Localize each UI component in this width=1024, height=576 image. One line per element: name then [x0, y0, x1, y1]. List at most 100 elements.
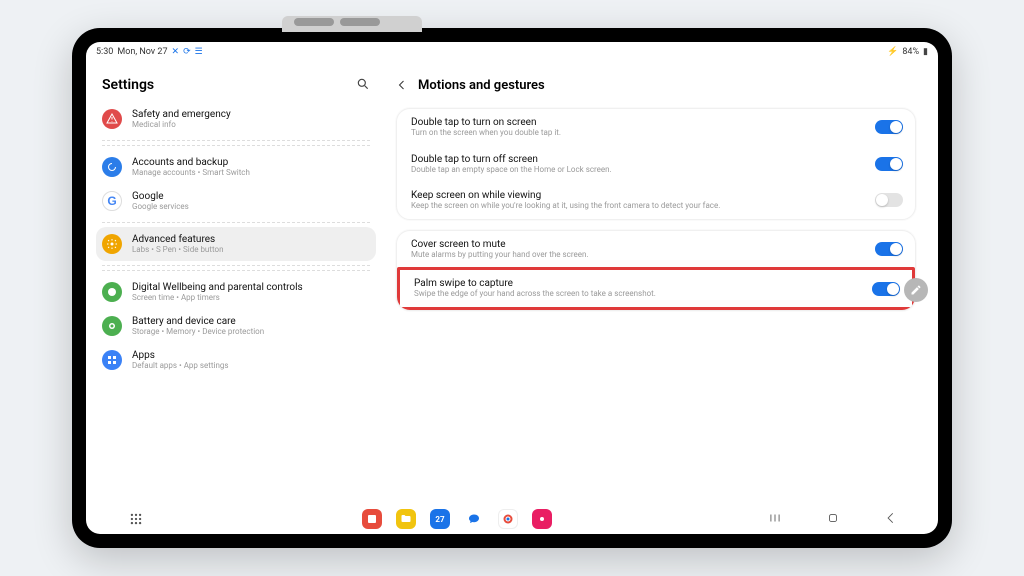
setting-text: Palm swipe to capture Swipe the edge of …: [414, 278, 860, 299]
sidebar-item-gear[interactable]: Advanced features Labs • S Pen • Side bu…: [96, 227, 376, 261]
sidebar-item-wellbeing[interactable]: Digital Wellbeing and parental controls …: [96, 275, 376, 309]
sync-icon: ⟳: [183, 47, 191, 57]
toggle-switch[interactable]: [872, 282, 900, 296]
signal-icon: ⚡: [887, 47, 898, 57]
status-time: 5:30: [96, 47, 113, 57]
status-date: Mon, Nov 27: [117, 47, 167, 57]
detail-header: Motions and gestures: [396, 68, 916, 102]
detail-pane: Motions and gestures Double tap to turn …: [386, 62, 938, 504]
sidebar-item-sub: Storage • Memory • Device protection: [132, 327, 264, 336]
battery-icon: [102, 316, 122, 336]
notification-icon: ☰: [195, 47, 203, 57]
battery-text: 84%: [902, 47, 919, 57]
setting-subtitle: Double tap an empty space on the Home or…: [411, 165, 863, 175]
status-bar: 5:30 Mon, Nov 27 ✕ ⟳ ☰ ⚡ 84% ▮: [86, 42, 938, 62]
app-drawer-button[interactable]: [126, 509, 146, 529]
sidebar-item-title: Safety and emergency: [132, 109, 231, 120]
sidebar-item-sub: Google services: [132, 202, 189, 211]
setting-title: Cover screen to mute: [411, 239, 863, 250]
dock-app-chrome[interactable]: [498, 509, 518, 529]
apps-icon: [102, 350, 122, 370]
sidebar-item-title: Battery and device care: [132, 316, 264, 327]
setting-row[interactable]: Double tap to turn off screen Double tap…: [397, 146, 915, 183]
sidebar-item-text: Digital Wellbeing and parental controls …: [132, 282, 303, 302]
sidebar-item-sync[interactable]: Accounts and backup Manage accounts • Sm…: [96, 150, 376, 184]
setting-text: Double tap to turn on screen Turn on the…: [411, 117, 863, 138]
sidebar-item-title: Google: [132, 191, 189, 202]
setting-row[interactable]: Keep screen on while viewing Keep the sc…: [397, 182, 915, 219]
setting-text: Keep screen on while viewing Keep the sc…: [411, 190, 863, 211]
alert-icon: [102, 109, 122, 129]
sidebar-header: Settings: [96, 68, 376, 102]
toggle-switch[interactable]: [875, 120, 903, 134]
setting-title: Double tap to turn on screen: [411, 117, 863, 128]
recents-button[interactable]: [768, 510, 782, 529]
settings-card-1: Double tap to turn on screen Turn on the…: [396, 108, 916, 220]
sidebar-item-title: Accounts and backup: [132, 157, 250, 168]
screen: 5:30 Mon, Nov 27 ✕ ⟳ ☰ ⚡ 84% ▮ Settings: [86, 42, 938, 534]
toggle-switch[interactable]: [875, 242, 903, 256]
dock-app-camera[interactable]: [532, 509, 552, 529]
status-left: 5:30 Mon, Nov 27 ✕ ⟳ ☰: [96, 47, 203, 57]
setting-row[interactable]: Cover screen to mute Mute alarms by putt…: [397, 231, 915, 268]
setting-text: Cover screen to mute Mute alarms by putt…: [411, 239, 863, 260]
search-icon[interactable]: [356, 76, 370, 95]
sidebar-item-title: Apps: [132, 350, 229, 361]
sidebar-item-title: Digital Wellbeing and parental controls: [132, 282, 303, 293]
settings-sidebar: Settings Safety and emergency Medical in…: [86, 62, 386, 504]
setting-row[interactable]: Double tap to turn on screen Turn on the…: [397, 109, 915, 146]
edit-fab[interactable]: [904, 278, 928, 302]
sidebar-item-sub: Screen time • App timers: [132, 293, 303, 302]
google-icon: G: [102, 191, 122, 211]
tablet-frame: 5:30 Mon, Nov 27 ✕ ⟳ ☰ ⚡ 84% ▮ Settings: [72, 28, 952, 548]
sidebar-item-text: Google Google services: [132, 191, 189, 211]
sidebar-item-text: Battery and device care Storage • Memory…: [132, 316, 264, 336]
sidebar-item-text: Safety and emergency Medical info: [132, 109, 231, 129]
sidebar-item-sub: Labs • S Pen • Side button: [132, 245, 223, 254]
setting-title: Palm swipe to capture: [414, 278, 860, 289]
detail-title: Motions and gestures: [418, 78, 545, 93]
back-nav-button[interactable]: [884, 510, 898, 529]
gear-icon: [102, 234, 122, 254]
bluetooth-icon: ✕: [172, 47, 180, 57]
setting-subtitle: Swipe the edge of your hand across the s…: [414, 289, 860, 299]
sidebar-item-battery[interactable]: Battery and device care Storage • Memory…: [96, 309, 376, 343]
sync-icon: [102, 157, 122, 177]
battery-icon: ▮: [923, 47, 928, 57]
sidebar-item-apps[interactable]: Apps Default apps • App settings: [96, 343, 376, 377]
toggle-switch[interactable]: [875, 193, 903, 207]
setting-subtitle: Mute alarms by putting your hand over th…: [411, 250, 863, 260]
sidebar-item-title: Advanced features: [132, 234, 223, 245]
setting-text: Double tap to turn off screen Double tap…: [411, 154, 863, 175]
dock-app-1[interactable]: [362, 509, 382, 529]
home-button[interactable]: [826, 510, 840, 529]
sidebar-item-google[interactable]: G Google Google services: [96, 184, 376, 218]
sidebar-item-text: Advanced features Labs • S Pen • Side bu…: [132, 234, 223, 254]
dock-app-calendar[interactable]: 27: [430, 509, 450, 529]
status-right: ⚡ 84% ▮: [887, 47, 928, 57]
back-button[interactable]: [396, 76, 408, 95]
toggle-switch[interactable]: [875, 157, 903, 171]
setting-title: Double tap to turn off screen: [411, 154, 863, 165]
page-title: Settings: [102, 77, 154, 93]
settings-list: Safety and emergency Medical info Accoun…: [96, 102, 376, 504]
nav-bar: 27: [86, 504, 938, 534]
sidebar-item-sub: Manage accounts • Smart Switch: [132, 168, 250, 177]
content: Settings Safety and emergency Medical in…: [86, 62, 938, 504]
setting-title: Keep screen on while viewing: [411, 190, 863, 201]
wellbeing-icon: [102, 282, 122, 302]
dock-app-files[interactable]: [396, 509, 416, 529]
setting-subtitle: Keep the screen on while you're looking …: [411, 201, 863, 211]
dock-app-messages[interactable]: [464, 509, 484, 529]
highlight-box: Palm swipe to capture Swipe the edge of …: [397, 267, 915, 310]
settings-card-2: Cover screen to mute Mute alarms by putt…: [396, 230, 916, 311]
setting-row[interactable]: Palm swipe to capture Swipe the edge of …: [400, 270, 912, 307]
nav-buttons: [768, 510, 898, 529]
dock: 27: [362, 509, 552, 529]
setting-subtitle: Turn on the screen when you double tap i…: [411, 128, 863, 138]
sidebar-item-text: Apps Default apps • App settings: [132, 350, 229, 370]
sidebar-item-alert[interactable]: Safety and emergency Medical info: [96, 102, 376, 136]
sidebar-item-sub: Medical info: [132, 120, 231, 129]
camera-bump: [282, 16, 422, 32]
sidebar-item-text: Accounts and backup Manage accounts • Sm…: [132, 157, 250, 177]
